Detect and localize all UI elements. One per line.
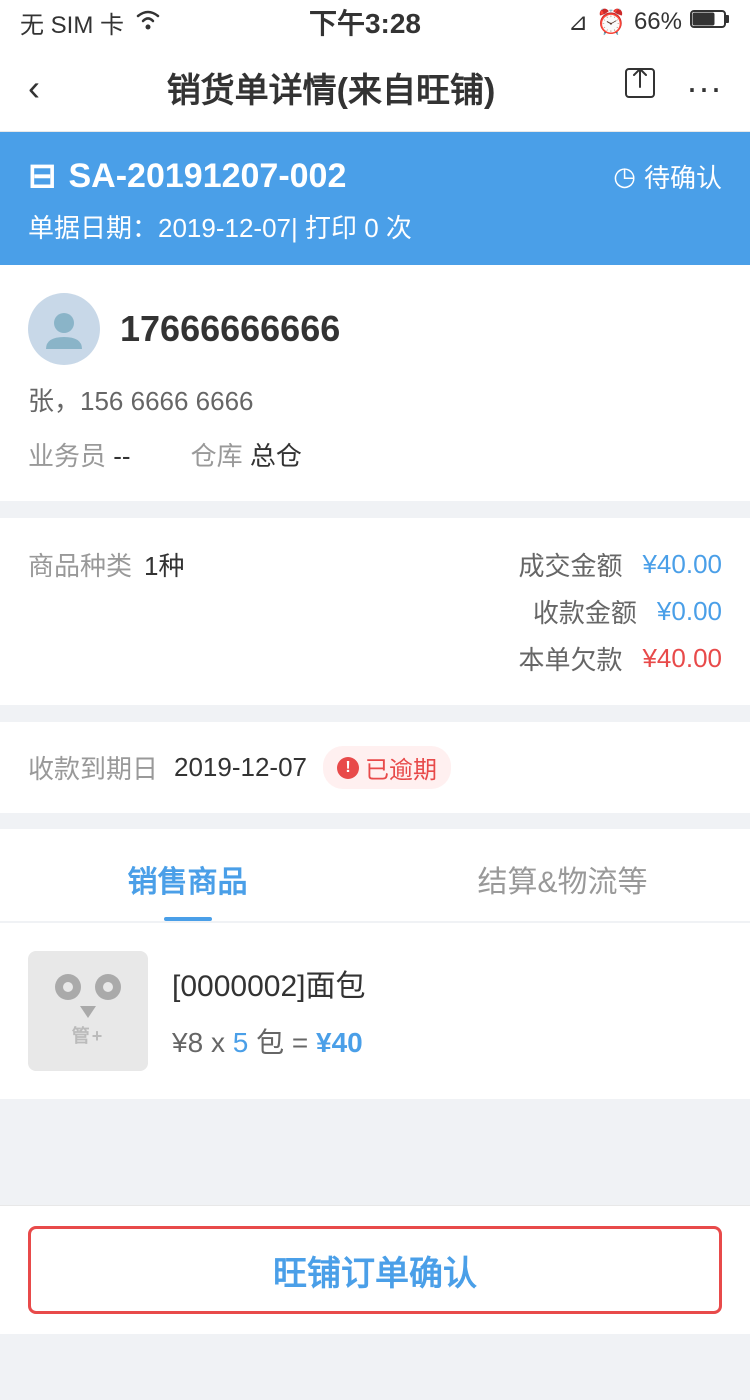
customer-phone: 17666666666 bbox=[120, 308, 340, 350]
receipt-amount-label: 收款金额 bbox=[533, 593, 637, 630]
order-status: ◷ 待确认 bbox=[613, 158, 722, 195]
product-info: [0000002]面包 ¥8 x 5 包 = ¥40 bbox=[172, 961, 722, 1061]
deal-amount-value: ¥40.00 bbox=[642, 549, 722, 580]
order-id-text: SA-20191207-002 bbox=[69, 157, 347, 196]
nav-bar: ‹ 销货单详情(来自旺铺) ··· bbox=[0, 44, 750, 132]
tabs-container: 销售商品 结算&物流等 bbox=[0, 829, 750, 923]
bottom-bar: 旺铺订单确认 bbox=[0, 1205, 750, 1334]
wifi-icon bbox=[134, 8, 162, 37]
product-name: [0000002]面包 bbox=[172, 961, 722, 1005]
total-text: ¥40 bbox=[316, 1027, 363, 1058]
due-date-card: 收款到期日 2019-12-07 ! 已逾期 bbox=[0, 722, 750, 813]
overdue-text: 已逾期 bbox=[365, 750, 437, 785]
debt-amount-label: 本单欠款 bbox=[518, 640, 622, 677]
multiply-sign: x bbox=[211, 1027, 233, 1058]
order-id-row: ⊟ SA-20191207-002 ◷ 待确认 bbox=[28, 156, 722, 196]
nav-actions: ··· bbox=[622, 65, 722, 110]
product-image: 管+ bbox=[55, 974, 121, 1048]
order-icon: ⊟ bbox=[28, 156, 57, 196]
owl-eye-right bbox=[95, 974, 121, 1000]
avatar bbox=[28, 293, 100, 365]
overdue-badge: ! 已逾期 bbox=[323, 746, 451, 789]
order-banner: ⊟ SA-20191207-002 ◷ 待确认 单据日期：2019-12-07|… bbox=[0, 132, 750, 265]
amounts-section: 成交金额 ¥40.00 收款金额 ¥0.00 本单欠款 ¥40.00 bbox=[518, 546, 722, 677]
product-list: 管+ [0000002]面包 ¥8 x 5 包 = ¥40 bbox=[0, 923, 750, 1100]
deal-amount-label: 成交金额 bbox=[518, 546, 622, 583]
battery-icon bbox=[690, 8, 730, 37]
salesman-field: 业务员 -- bbox=[28, 436, 131, 473]
product-thumbnail: 管+ bbox=[28, 951, 148, 1071]
back-button[interactable]: ‹ bbox=[28, 67, 40, 109]
quantity-text: 5 bbox=[233, 1027, 249, 1058]
table-row: 管+ [0000002]面包 ¥8 x 5 包 = ¥40 bbox=[0, 923, 750, 1100]
warehouse-field: 仓库 总仓 bbox=[191, 436, 302, 473]
more-icon[interactable]: ··· bbox=[686, 67, 722, 109]
confirm-order-button[interactable]: 旺铺订单确认 bbox=[28, 1226, 722, 1314]
summary-top: 商品种类 1种 成交金额 ¥40.00 收款金额 ¥0.00 本单欠款 ¥40.… bbox=[28, 546, 722, 677]
status-bar: 无 SIM 卡 下午3:28 ⊿ ⏰ 66% bbox=[0, 0, 750, 44]
salesman-label: 业务员 bbox=[28, 441, 106, 471]
tab-sales-label: 销售商品 bbox=[128, 866, 248, 899]
warehouse-label: 仓库 bbox=[191, 441, 243, 471]
unit-text: 包 bbox=[256, 1027, 284, 1058]
status-time: 下午3:28 bbox=[309, 2, 421, 42]
debt-amount-row: 本单欠款 ¥40.00 bbox=[518, 640, 722, 677]
deal-amount-row: 成交金额 ¥40.00 bbox=[518, 546, 722, 583]
product-price-row: ¥8 x 5 包 = ¥40 bbox=[172, 1021, 722, 1061]
price-text: ¥8 bbox=[172, 1027, 203, 1058]
product-type-field: 商品种类 1种 bbox=[28, 546, 184, 583]
page-title: 销货单详情(来自旺铺) bbox=[167, 63, 496, 112]
status-left: 无 SIM 卡 bbox=[20, 5, 162, 40]
equals-sign: = bbox=[292, 1027, 316, 1058]
share-icon[interactable] bbox=[622, 65, 658, 110]
owl-eyes bbox=[55, 974, 121, 1000]
receipt-amount-value: ¥0.00 bbox=[657, 596, 722, 627]
tab-settlement-label: 结算&物流等 bbox=[477, 866, 647, 899]
battery-text: 66% bbox=[634, 8, 682, 36]
salesman-value: -- bbox=[113, 441, 130, 471]
customer-row: 17666666666 bbox=[28, 293, 722, 365]
due-date-label: 收款到期日 bbox=[28, 749, 158, 786]
status-right: ⊿ ⏰ 66% bbox=[568, 8, 730, 37]
owl-brand-text: 管+ bbox=[72, 1022, 105, 1048]
receipt-amount-row: 收款金额 ¥0.00 bbox=[533, 593, 722, 630]
customer-meta: 业务员 -- 仓库 总仓 bbox=[28, 436, 722, 473]
overdue-icon: ! bbox=[337, 757, 359, 779]
status-text: 待确认 bbox=[644, 158, 722, 195]
debt-amount-value: ¥40.00 bbox=[642, 643, 722, 674]
location-icon: ⊿ bbox=[568, 8, 588, 37]
status-clock-icon: ◷ bbox=[613, 161, 636, 192]
tab-settlement[interactable]: 结算&物流等 bbox=[375, 829, 750, 921]
customer-card: 17666666666 张，156 6666 6666 业务员 -- 仓库 总仓 bbox=[0, 265, 750, 502]
owl-beak bbox=[80, 1006, 96, 1018]
customer-name: 张，156 6666 6666 bbox=[28, 381, 722, 418]
order-id: ⊟ SA-20191207-002 bbox=[28, 156, 346, 196]
order-date: 单据日期：2019-12-07| 打印 0 次 bbox=[28, 208, 722, 245]
sim-indicator: 无 SIM 卡 bbox=[20, 5, 124, 40]
owl-eye-left bbox=[55, 974, 81, 1000]
tab-sales-products[interactable]: 销售商品 bbox=[0, 829, 375, 921]
product-type-label: 商品种类 bbox=[28, 546, 132, 583]
summary-card: 商品种类 1种 成交金额 ¥40.00 收款金额 ¥0.00 本单欠款 ¥40.… bbox=[0, 518, 750, 706]
due-date-value: 2019-12-07 bbox=[174, 752, 307, 783]
warehouse-value: 总仓 bbox=[250, 441, 302, 471]
product-type-value: 1种 bbox=[144, 546, 184, 583]
alarm-icon: ⏰ bbox=[596, 8, 626, 37]
